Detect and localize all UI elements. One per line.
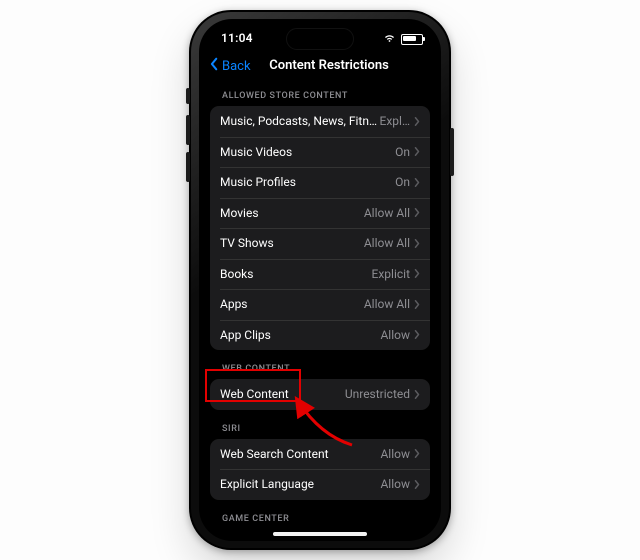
page-title: Content Restrictions — [199, 58, 441, 73]
chevron-right-icon — [414, 449, 420, 458]
row-value: Allow All — [364, 297, 410, 311]
row-apps[interactable]: Apps Allow All — [210, 289, 430, 320]
row-value: Allow All — [364, 206, 410, 220]
row-label: TV Shows — [220, 236, 364, 250]
row-label: App Clips — [220, 328, 380, 342]
row-value: Unrestricted — [345, 387, 410, 401]
row-value: Expl… — [380, 114, 410, 128]
chevron-right-icon — [414, 117, 420, 126]
iphone-frame: 11:04 Back Content Restrictions — [189, 10, 451, 550]
row-label: Music, Podcasts, News, Fitness — [220, 114, 380, 128]
row-label: Books — [220, 267, 372, 281]
battery-icon — [401, 34, 423, 45]
home-indicator[interactable] — [273, 532, 367, 536]
row-music-videos[interactable]: Music Videos On — [210, 137, 430, 168]
section-header-siri: SIRI — [222, 424, 430, 434]
row-explicit-language[interactable]: Explicit Language Allow — [210, 469, 430, 500]
settings-content[interactable]: ALLOWED STORE CONTENT Music, Podcasts, N… — [199, 91, 441, 541]
row-web-content[interactable]: Web Content Unrestricted — [210, 379, 430, 410]
row-tv-shows[interactable]: TV Shows Allow All — [210, 228, 430, 259]
row-label: Movies — [220, 206, 364, 220]
chevron-right-icon — [414, 147, 420, 156]
chevron-right-icon — [414, 480, 420, 489]
row-label: Web Content — [220, 387, 345, 401]
group-allowed-store-content: Music, Podcasts, News, Fitness Expl… Mus… — [210, 106, 430, 350]
row-app-clips[interactable]: App Clips Allow — [210, 320, 430, 351]
section-header-gamecenter: GAME CENTER — [222, 514, 430, 524]
chevron-right-icon — [414, 300, 420, 309]
row-value: Explicit — [372, 267, 410, 281]
row-music-podcasts-news-fitness[interactable]: Music, Podcasts, News, Fitness Expl… — [210, 106, 430, 137]
volume-up — [186, 115, 190, 145]
status-time: 11:04 — [221, 31, 253, 45]
section-header-allowed: ALLOWED STORE CONTENT — [222, 91, 430, 101]
row-value: Allow All — [364, 236, 410, 250]
row-label: Web Search Content — [220, 447, 380, 461]
row-value: Allow — [380, 477, 410, 491]
section-header-web: WEB CONTENT — [222, 364, 430, 374]
dynamic-island — [286, 28, 354, 50]
row-label: Music Videos — [220, 145, 395, 159]
group-siri: Web Search Content Allow Explicit Langua… — [210, 439, 430, 500]
row-label: Explicit Language — [220, 477, 380, 491]
row-value: Allow — [380, 447, 410, 461]
status-icons — [383, 32, 423, 46]
row-web-search-content[interactable]: Web Search Content Allow — [210, 439, 430, 470]
row-value: On — [395, 175, 410, 189]
chevron-right-icon — [414, 269, 420, 278]
screen: 11:04 Back Content Restrictions — [199, 19, 441, 541]
chevron-right-icon — [414, 390, 420, 399]
row-books[interactable]: Books Explicit — [210, 259, 430, 290]
row-value: On — [395, 145, 410, 159]
volume-down — [186, 152, 190, 182]
chevron-right-icon — [414, 330, 420, 339]
row-value: Allow — [380, 328, 410, 342]
row-label: Apps — [220, 297, 364, 311]
row-movies[interactable]: Movies Allow All — [210, 198, 430, 229]
chevron-right-icon — [414, 208, 420, 217]
chevron-right-icon — [414, 239, 420, 248]
nav-bar: Back Content Restrictions — [199, 55, 441, 85]
wifi-icon — [383, 32, 396, 46]
chevron-right-icon — [414, 178, 420, 187]
row-label: Music Profiles — [220, 175, 395, 189]
mute-switch — [186, 88, 190, 104]
row-music-profiles[interactable]: Music Profiles On — [210, 167, 430, 198]
power-button — [450, 128, 454, 176]
group-web-content: Web Content Unrestricted — [210, 379, 430, 410]
